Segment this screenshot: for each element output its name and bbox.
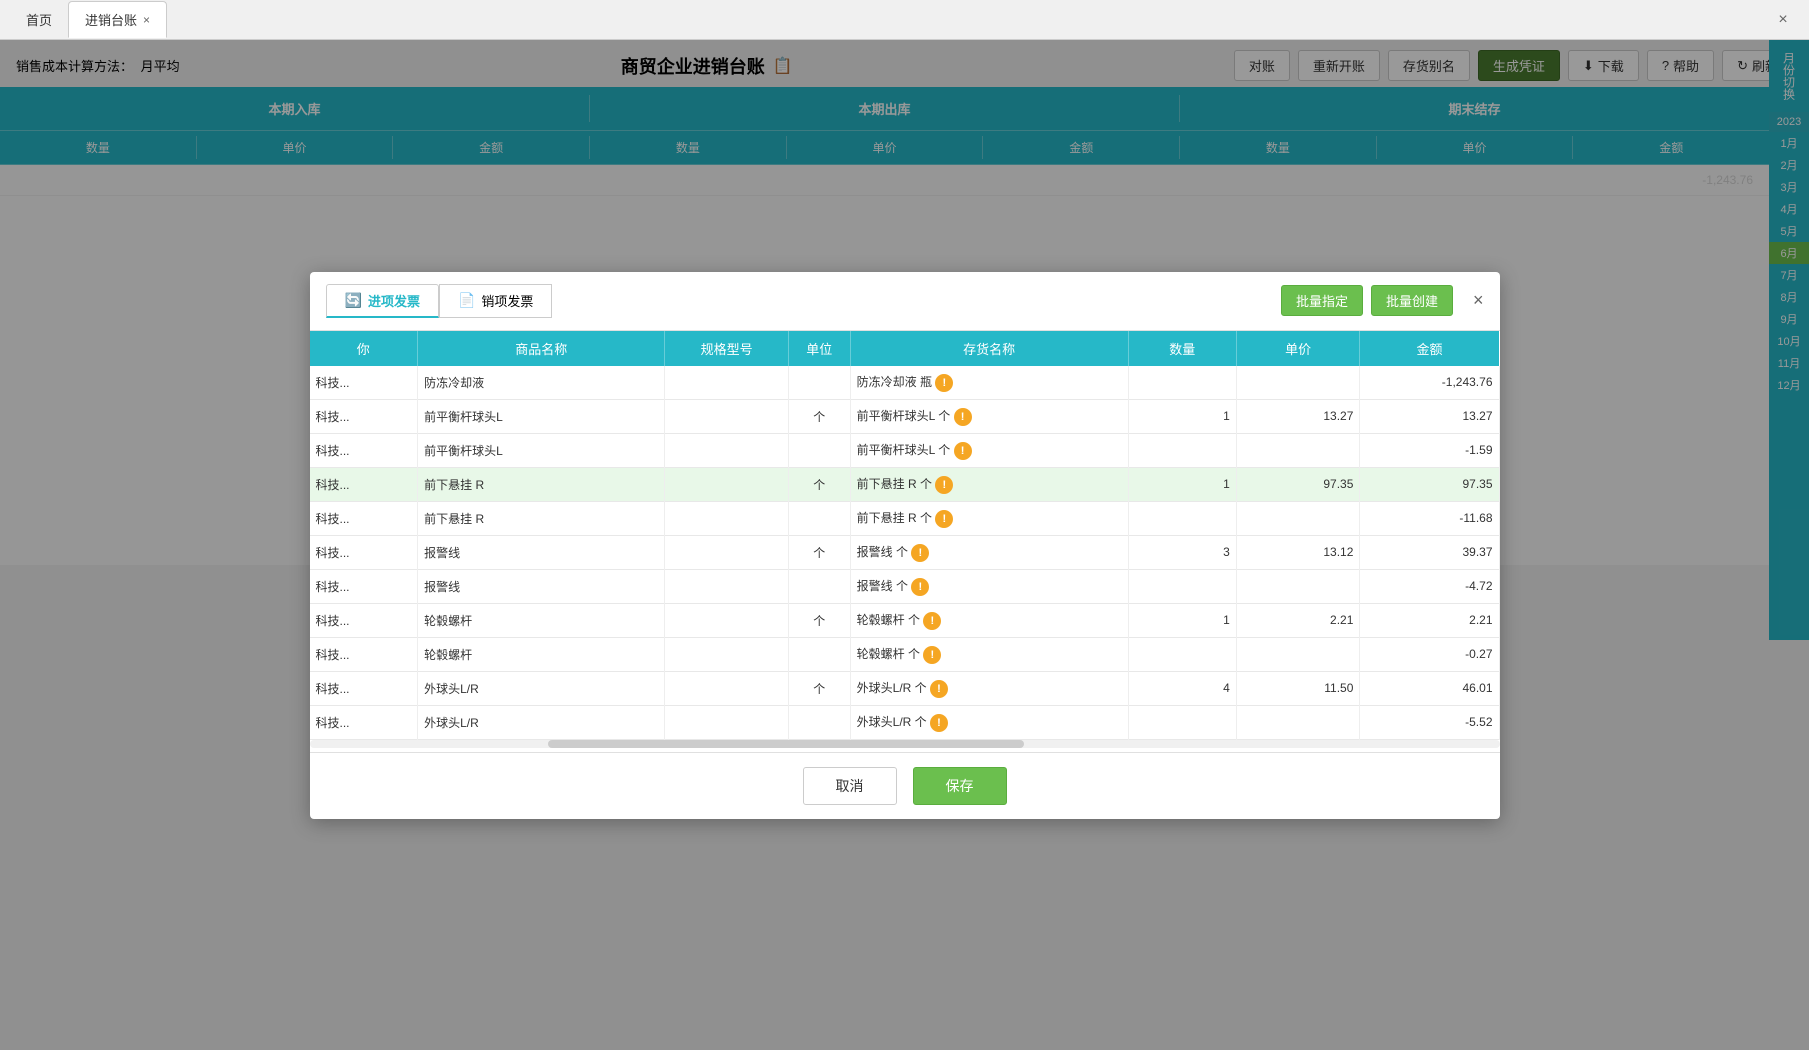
- modal-actions: 批量指定 批量创建: [1281, 285, 1453, 316]
- modal-close-button[interactable]: ×: [1473, 290, 1484, 311]
- table-row: 科技...外球头L/R个外球头L/R 个 !411.5046.01: [310, 671, 1500, 705]
- col-inventory: 存货名称: [850, 331, 1128, 366]
- purchase-invoice-icon: 🔄: [345, 292, 362, 309]
- tab-sales-invoice[interactable]: 📄 销项发票: [439, 284, 552, 318]
- warning-icon: !: [923, 646, 941, 664]
- warning-icon: !: [930, 680, 948, 698]
- tab-ledger[interactable]: 进销台账 ×: [68, 1, 167, 38]
- window-close-button[interactable]: ×: [1767, 4, 1799, 36]
- horizontal-scrollbar[interactable]: [310, 740, 1500, 748]
- tab-purchase-invoice[interactable]: 🔄 进项发票: [326, 284, 439, 318]
- table-row: 科技...报警线个报警线 个 !313.1239.37: [310, 535, 1500, 569]
- table-row: 科技...轮毂螺杆个轮毂螺杆 个 !12.212.21: [310, 603, 1500, 637]
- table-row: 科技...报警线报警线 个 !-4.72: [310, 569, 1500, 603]
- table-row: 科技...前下悬挂 R个前下悬挂 R 个 !197.3597.35: [310, 467, 1500, 501]
- save-button[interactable]: 保存: [913, 767, 1007, 805]
- tab-home[interactable]: 首页: [10, 2, 68, 37]
- table-row: 科技...前下悬挂 R前下悬挂 R 个 !-11.68: [310, 501, 1500, 535]
- data-table: 你 商品名称 规格型号 单位 存货名称 数量 单价 金额 科技...防冻冷却液防…: [310, 331, 1500, 740]
- tab-close-icon[interactable]: ×: [143, 13, 150, 27]
- warning-icon: !: [911, 578, 929, 596]
- col-quantity: 数量: [1128, 331, 1236, 366]
- top-tab-bar: 首页 进销台账 × ×: [0, 0, 1809, 40]
- table-row: 科技...前平衡杆球头L个前平衡杆球头L 个 !113.2713.27: [310, 399, 1500, 433]
- col-unit-price: 单价: [1236, 331, 1360, 366]
- modal-footer: 取消 保存: [310, 752, 1500, 819]
- warning-icon: !: [954, 408, 972, 426]
- table-row: 科技...防冻冷却液防冻冷却液 瓶 !-1,243.76: [310, 366, 1500, 400]
- cancel-button[interactable]: 取消: [803, 767, 897, 805]
- warning-icon: !: [935, 476, 953, 494]
- warning-icon: !: [935, 510, 953, 528]
- modal-overlay: 🔄 进项发票 📄 销项发票 批量指定 批量创建 ×: [0, 40, 1809, 1050]
- col-product: 商品名称: [418, 331, 665, 366]
- modal-header: 🔄 进项发票 📄 销项发票 批量指定 批量创建 ×: [310, 272, 1500, 331]
- table-row: 科技...前平衡杆球头L前平衡杆球头L 个 !-1.59: [310, 433, 1500, 467]
- sales-invoice-icon: 📄: [458, 292, 475, 309]
- modal-dialog: 🔄 进项发票 📄 销项发票 批量指定 批量创建 ×: [310, 272, 1500, 819]
- warning-icon: !: [911, 544, 929, 562]
- col-spec: 规格型号: [665, 331, 789, 366]
- batch-assign-button[interactable]: 批量指定: [1281, 285, 1363, 316]
- modal-tabs: 🔄 进项发票 📄 销项发票: [326, 284, 553, 318]
- warning-icon: !: [923, 612, 941, 630]
- scrollbar-thumb: [548, 740, 1024, 748]
- warning-icon: !: [930, 714, 948, 732]
- col-company: 你: [310, 331, 418, 366]
- invoice-table: 你 商品名称 规格型号 单位 存货名称 数量 单价 金额 科技...防冻冷却液防…: [310, 331, 1500, 740]
- col-amount: 金额: [1360, 331, 1499, 366]
- table-row: 科技...外球头L/R外球头L/R 个 !-5.52: [310, 705, 1500, 739]
- table-row: 科技...轮毂螺杆轮毂螺杆 个 !-0.27: [310, 637, 1500, 671]
- warning-icon: !: [935, 374, 953, 392]
- batch-create-button[interactable]: 批量创建: [1371, 285, 1453, 316]
- col-unit: 单位: [788, 331, 850, 366]
- warning-icon: !: [954, 442, 972, 460]
